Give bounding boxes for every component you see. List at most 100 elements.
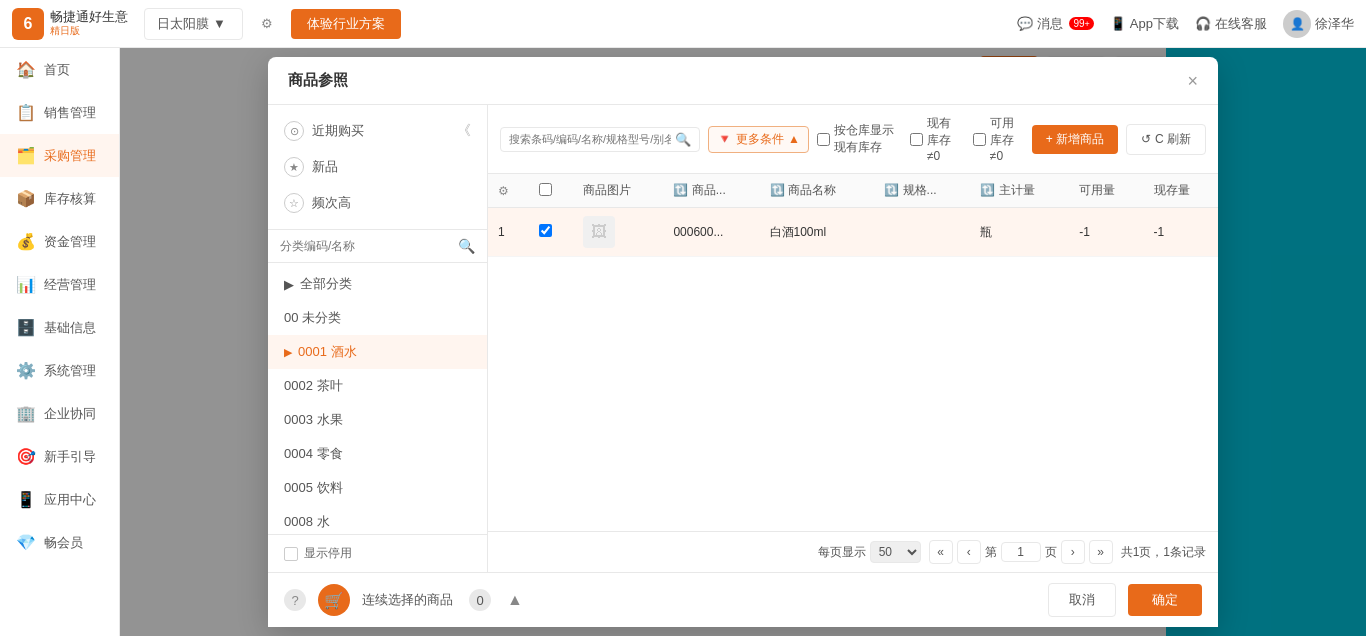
show-disabled-checkbox[interactable] <box>284 547 298 561</box>
available-stock-filter[interactable]: 可用库存≠0 <box>973 115 1024 163</box>
category-item-00[interactable]: 00 未分类 <box>268 301 487 335</box>
row-available: -1 <box>1069 208 1143 257</box>
category-item-0003[interactable]: 0003 水果 <box>268 403 487 437</box>
cart-btn[interactable]: 🛒 <box>318 584 350 616</box>
experience-btn[interactable]: 体验行业方案 <box>291 9 401 39</box>
cancel-btn[interactable]: 取消 <box>1048 583 1116 617</box>
settings-gear-icon[interactable]: ⚙ <box>251 8 283 40</box>
page-navigation: « ‹ 第 页 › » <box>929 540 1113 564</box>
enterprise-icon: 🏢 <box>16 404 36 423</box>
page-size-select[interactable]: 10 20 50 100 <box>870 541 921 563</box>
new-icon: ★ <box>284 157 304 177</box>
category-item-0005[interactable]: 0005 饮料 <box>268 471 487 505</box>
help-icon[interactable]: ? <box>284 589 306 611</box>
prev-page-btn[interactable]: ‹ <box>957 540 981 564</box>
current-stock-filter[interactable]: 现有库存≠0 <box>910 115 961 163</box>
last-page-btn[interactable]: » <box>1089 540 1113 564</box>
member-icon: 💎 <box>16 533 36 552</box>
row-unit: 瓶 <box>970 208 1069 257</box>
table-gear-icon[interactable]: ⚙ <box>498 184 509 198</box>
category-search-input[interactable] <box>280 239 458 253</box>
col-unit-th[interactable]: 🔃 主计量 <box>970 174 1069 208</box>
sidebar: 🏠 首页 📋 销售管理 🗂️ 采购管理 📦 库存核算 💰 资金管理 📊 经营管理… <box>0 48 120 636</box>
col-checkbox-th <box>529 174 573 208</box>
row-code: 000600... <box>663 208 759 257</box>
category-search-icon[interactable]: 🔍 <box>458 238 475 254</box>
product-search-bar: 🔍 <box>500 127 700 152</box>
continuous-select-label: 连续选择的商品 <box>362 591 453 609</box>
sidebar-item-purchase[interactable]: 🗂️ 采购管理 <box>0 134 119 177</box>
recent-icon: ⊙ <box>284 121 304 141</box>
footer-collapse-icon[interactable]: ▲ <box>507 591 523 609</box>
collapse-btn[interactable]: 《 <box>457 122 471 140</box>
sidebar-item-member[interactable]: 💎 畅会员 <box>0 521 119 564</box>
refresh-btn[interactable]: ↺ C 刷新 <box>1126 124 1206 155</box>
modal-title: 商品参照 <box>288 71 1187 90</box>
row-spec <box>874 208 970 257</box>
col-available-th: 可用量 <box>1069 174 1143 208</box>
confirm-btn[interactable]: 确定 <box>1128 584 1202 616</box>
col-stock-th: 现存量 <box>1144 174 1218 208</box>
sidebar-item-guide[interactable]: 🎯 新手引导 <box>0 435 119 478</box>
quick-tabs: ⊙ 近期购买 《 ★ 新品 ☆ 频次高 <box>268 105 487 230</box>
warehouse-stock-filter[interactable]: 按仓库显示现有库存 <box>817 122 898 156</box>
sidebar-item-home[interactable]: 🏠 首页 <box>0 48 119 91</box>
row-checkbox-cell <box>529 208 573 257</box>
category-item-all[interactable]: ▶ 全部分类 <box>268 267 487 301</box>
frequent-tab[interactable]: ☆ 频次高 <box>268 185 487 221</box>
sidebar-item-system[interactable]: ⚙️ 系统管理 <box>0 349 119 392</box>
col-code-th[interactable]: 🔃 商品... <box>663 174 759 208</box>
online-support-btn[interactable]: 🎧 在线客服 <box>1195 15 1267 33</box>
modal-close-btn[interactable]: × <box>1187 72 1198 90</box>
store-dropdown[interactable]: 日太阳膜 ▼ <box>144 8 243 40</box>
sidebar-item-finance[interactable]: 💰 资金管理 <box>0 220 119 263</box>
sidebar-item-operation[interactable]: 📊 经营管理 <box>0 263 119 306</box>
add-product-btn[interactable]: + 新增商品 <box>1032 125 1118 154</box>
col-spec-th[interactable]: 🔃 规格... <box>874 174 970 208</box>
product-table-wrapper: ⚙ 商品图片 <box>488 174 1218 531</box>
nav-right: 💬 消息 99+ 📱 App下载 🎧 在线客服 👤 徐泽华 <box>1017 10 1354 38</box>
app-download-btn[interactable]: 📱 App下载 <box>1110 15 1179 33</box>
show-disabled-toggle[interactable]: 显示停用 <box>284 545 471 562</box>
row-image-cell: 🖼 <box>573 208 663 257</box>
product-search-icon[interactable]: 🔍 <box>675 132 691 147</box>
logo-icon: 6 <box>12 8 44 40</box>
inventory-icon: 📦 <box>16 189 36 208</box>
category-item-0002[interactable]: 0002 茶叶 <box>268 369 487 403</box>
row-stock: -1 <box>1144 208 1218 257</box>
modal-overlay: 商品参照 × ⊙ 近期购买 《 <box>120 48 1366 636</box>
refresh-icon: ↺ <box>1141 132 1151 146</box>
new-products-tab[interactable]: ★ 新品 <box>268 149 487 185</box>
operation-icon: 📊 <box>16 275 36 294</box>
table-row[interactable]: 1 🖼 000600... 白酒100ml <box>488 208 1218 257</box>
product-search-input[interactable] <box>509 133 671 145</box>
notifications-btn[interactable]: 💬 消息 99+ <box>1017 15 1093 33</box>
filter-conditions: 按仓库显示现有库存 现有库存≠0 可用库存≠0 <box>817 115 1024 163</box>
category-item-0001[interactable]: ▶ 0001 酒水 <box>268 335 487 369</box>
select-all-checkbox[interactable] <box>539 183 552 196</box>
sidebar-item-enterprise[interactable]: 🏢 企业协同 <box>0 392 119 435</box>
page-number-input[interactable] <box>1001 542 1041 562</box>
modal-footer: ? 🛒 连续选择的商品 0 ▲ 取消 确定 <box>268 572 1218 627</box>
select-count-badge: 0 <box>469 589 491 611</box>
first-page-btn[interactable]: « <box>929 540 953 564</box>
sidebar-item-basic[interactable]: 🗄️ 基础信息 <box>0 306 119 349</box>
logo-text: 畅捷通好生意 <box>50 9 128 25</box>
sidebar-item-inventory[interactable]: 📦 库存核算 <box>0 177 119 220</box>
next-page-btn[interactable]: › <box>1061 540 1085 564</box>
row-checkbox[interactable] <box>539 224 552 237</box>
sidebar-item-sales[interactable]: 📋 销售管理 <box>0 91 119 134</box>
category-item-0008[interactable]: 0008 水 <box>268 505 487 534</box>
more-filter-btn[interactable]: 🔻 更多条件 ▲ <box>708 126 809 153</box>
frequent-icon: ☆ <box>284 193 304 213</box>
logo-sub: 精日版 <box>50 24 128 38</box>
recent-purchase-tab[interactable]: ⊙ 近期购买 《 <box>268 113 487 149</box>
user-avatar[interactable]: 👤 徐泽华 <box>1283 10 1354 38</box>
sidebar-item-apps[interactable]: 📱 应用中心 <box>0 478 119 521</box>
total-records: 共1页，1条记录 <box>1121 544 1206 561</box>
logo-area: 6 畅捷通好生意 精日版 <box>12 8 128 40</box>
category-item-0004[interactable]: 0004 零食 <box>268 437 487 471</box>
purchase-icon: 🗂️ <box>16 146 36 165</box>
col-name-th[interactable]: 🔃 商品名称 <box>760 174 875 208</box>
col-image-th: 商品图片 <box>573 174 663 208</box>
